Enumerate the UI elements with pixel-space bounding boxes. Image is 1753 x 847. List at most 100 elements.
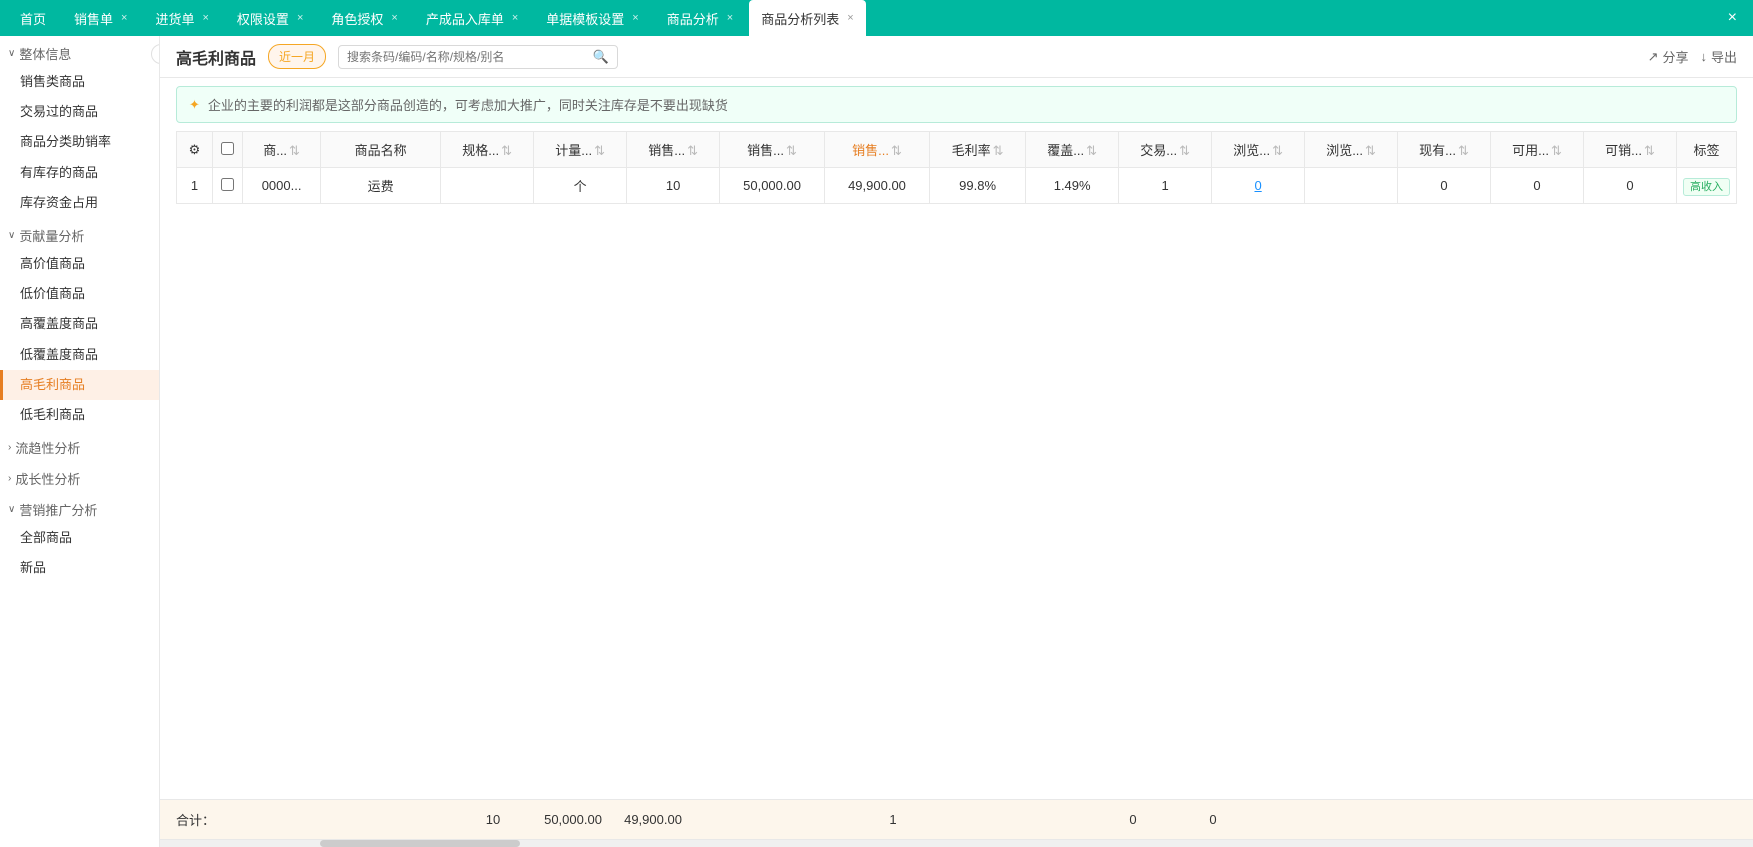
td-sales3: 49,900.00 — [825, 168, 930, 204]
th-unit[interactable]: 计量...⇅ — [534, 132, 627, 168]
nav-product-analysis[interactable]: 商品分析 × — [655, 0, 745, 36]
sidebar-group-trend[interactable]: › 流趋性分析 — [0, 430, 159, 461]
nav-roles[interactable]: 角色授权 × — [319, 0, 409, 36]
th-code[interactable]: 商...⇅ — [243, 132, 321, 168]
nav-home-label: 首页 — [20, 9, 46, 28]
th-coverage[interactable]: 覆盖...⇅ — [1026, 132, 1119, 168]
nav-home[interactable]: 首页 — [8, 0, 58, 36]
nav-product-inbound[interactable]: 产成品入库单 × — [414, 0, 530, 36]
th-available[interactable]: 可用...⇅ — [1491, 132, 1584, 168]
sidebar: 《 ∨ 整体信息 销售类商品 交易过的商品 商品分类助销率 有库存的商品 库存资… — [0, 36, 160, 847]
search-icon[interactable]: 🔍 — [593, 49, 609, 65]
chevron-down-icon: ∨ — [8, 230, 15, 241]
nav-template-settings[interactable]: 单据模板设置 × — [534, 0, 650, 36]
select-all-checkbox[interactable] — [221, 142, 234, 155]
footer-current: 0 — [1093, 808, 1173, 831]
footer-placeholder4 — [1013, 808, 1093, 831]
nav-purchase-order[interactable]: 进货单 × — [143, 0, 220, 36]
filter-recent-month-button[interactable]: 近一月 — [268, 44, 326, 69]
th-settings[interactable]: ⚙ — [177, 132, 213, 168]
sidebar-group-overall[interactable]: ∨ 整体信息 — [0, 36, 159, 67]
chevron-right-icon: › — [8, 442, 11, 453]
group-label: 整体信息 — [19, 44, 71, 63]
export-button[interactable]: ↓ 导出 — [1700, 47, 1737, 66]
sidebar-item-category-rate[interactable]: 商品分类助销率 — [0, 127, 159, 157]
td-checkbox[interactable] — [213, 168, 243, 204]
sidebar-item-stock-capital[interactable]: 库存资金占用 — [0, 188, 159, 218]
scrollbar-thumb[interactable] — [320, 840, 520, 847]
nav-close-icon[interactable]: × — [121, 12, 127, 24]
td-browse1[interactable]: 0 — [1212, 168, 1305, 204]
info-text: 企业的主要的利润都是这部分商品创造的，可考虑加大推广，同时关注库存是不要出现缺货 — [208, 95, 728, 114]
sidebar-item-high-value[interactable]: 高价值商品 — [0, 249, 159, 279]
share-label: 分享 — [1662, 47, 1688, 66]
nav-close-active-icon[interactable]: × — [847, 12, 853, 24]
sidebar-item-low-margin[interactable]: 低毛利商品 — [0, 400, 159, 430]
sidebar-item-low-value[interactable]: 低价值商品 — [0, 279, 159, 309]
toggle-icon: 《 — [154, 45, 160, 64]
share-icon: ↗ — [1648, 49, 1659, 65]
sidebar-group-contribution[interactable]: ∨ 贡献量分析 — [0, 218, 159, 249]
share-button[interactable]: ↗ 分享 — [1648, 47, 1689, 66]
td-tag: 高收入 — [1677, 168, 1737, 204]
page-title: 高毛利商品 — [176, 45, 256, 69]
nav-label: 角色授权 — [331, 9, 383, 28]
footer-label: 合计： — [176, 810, 215, 829]
td-sales2: 50,000.00 — [720, 168, 825, 204]
footer-sales1: 10 — [453, 808, 533, 831]
group-label: 成长性分析 — [15, 469, 80, 488]
th-name[interactable]: 商品名称 — [321, 132, 441, 168]
nav-product-analysis-list[interactable]: 商品分析列表 × — [749, 0, 865, 36]
nav-close-icon[interactable]: × — [297, 12, 303, 24]
group-label: 营销推广分析 — [19, 500, 97, 519]
nav-label: 商品分析列表 — [761, 9, 839, 28]
th-sales1[interactable]: 销售...⇅ — [627, 132, 720, 168]
nav-label: 销售单 — [74, 9, 113, 28]
info-icon: ✦ — [189, 97, 200, 113]
window-close-button[interactable]: × — [1720, 9, 1745, 27]
nav-close-icon[interactable]: × — [632, 12, 638, 24]
top-nav: 首页 销售单 × 进货单 × 权限设置 × 角色授权 × 产成品入库单 × 单据… — [0, 0, 1753, 36]
th-sales3[interactable]: 销售...⇅ — [825, 132, 930, 168]
th-current[interactable]: 现有...⇅ — [1398, 132, 1491, 168]
sidebar-item-stock-goods[interactable]: 有库存的商品 — [0, 158, 159, 188]
footer-trades: 1 — [853, 808, 933, 831]
nav-close-icon[interactable]: × — [727, 12, 733, 24]
th-browse2[interactable]: 浏览...⇅ — [1305, 132, 1398, 168]
td-available: 0 — [1491, 168, 1584, 204]
th-gross-rate[interactable]: 毛利率⇅ — [929, 132, 1025, 168]
table-header-row: ⚙ 商...⇅ 商品名称 规格...⇅ 计量...⇅ 销售...⇅ 销售...⇅… — [177, 132, 1737, 168]
footer-cells: 10 50,000.00 49,900.00 1 0 0 — [223, 808, 1737, 831]
export-label: 导出 — [1711, 47, 1737, 66]
sidebar-item-new-goods[interactable]: 新品 — [0, 553, 159, 583]
th-checkbox[interactable] — [213, 132, 243, 168]
td-unit: 个 — [534, 168, 627, 204]
th-tag[interactable]: 标签 — [1677, 132, 1737, 168]
sidebar-item-sales-goods[interactable]: 销售类商品 — [0, 67, 159, 97]
th-sales2[interactable]: 销售...⇅ — [720, 132, 825, 168]
nav-close-icon[interactable]: × — [512, 12, 518, 24]
sidebar-item-high-coverage[interactable]: 高覆盖度商品 — [0, 309, 159, 339]
nav-permissions[interactable]: 权限设置 × — [225, 0, 315, 36]
nav-sales-order[interactable]: 销售单 × — [62, 0, 139, 36]
sidebar-item-traded-goods[interactable]: 交易过的商品 — [0, 97, 159, 127]
search-input[interactable] — [347, 50, 587, 64]
th-browse1[interactable]: 浏览...⇅ — [1212, 132, 1305, 168]
td-browse2 — [1305, 168, 1398, 204]
td-spec — [441, 168, 534, 204]
nav-close-icon[interactable]: × — [202, 12, 208, 24]
group-label: 贡献量分析 — [19, 226, 84, 245]
footer-available: 0 — [1173, 808, 1253, 831]
th-sellable[interactable]: 可销...⇅ — [1583, 132, 1676, 168]
bottom-scrollbar[interactable] — [160, 839, 1753, 847]
sidebar-item-all-goods[interactable]: 全部商品 — [0, 523, 159, 553]
sidebar-group-marketing[interactable]: ∨ 营销推广分析 — [0, 492, 159, 523]
row-checkbox[interactable] — [221, 178, 234, 191]
th-trades[interactable]: 交易...⇅ — [1119, 132, 1212, 168]
nav-label: 权限设置 — [237, 9, 289, 28]
sidebar-item-low-coverage[interactable]: 低覆盖度商品 — [0, 340, 159, 370]
nav-close-icon[interactable]: × — [391, 12, 397, 24]
sidebar-item-high-margin[interactable]: 高毛利商品 — [0, 370, 159, 400]
th-spec[interactable]: 规格...⇅ — [441, 132, 534, 168]
sidebar-group-growth[interactable]: › 成长性分析 — [0, 461, 159, 492]
